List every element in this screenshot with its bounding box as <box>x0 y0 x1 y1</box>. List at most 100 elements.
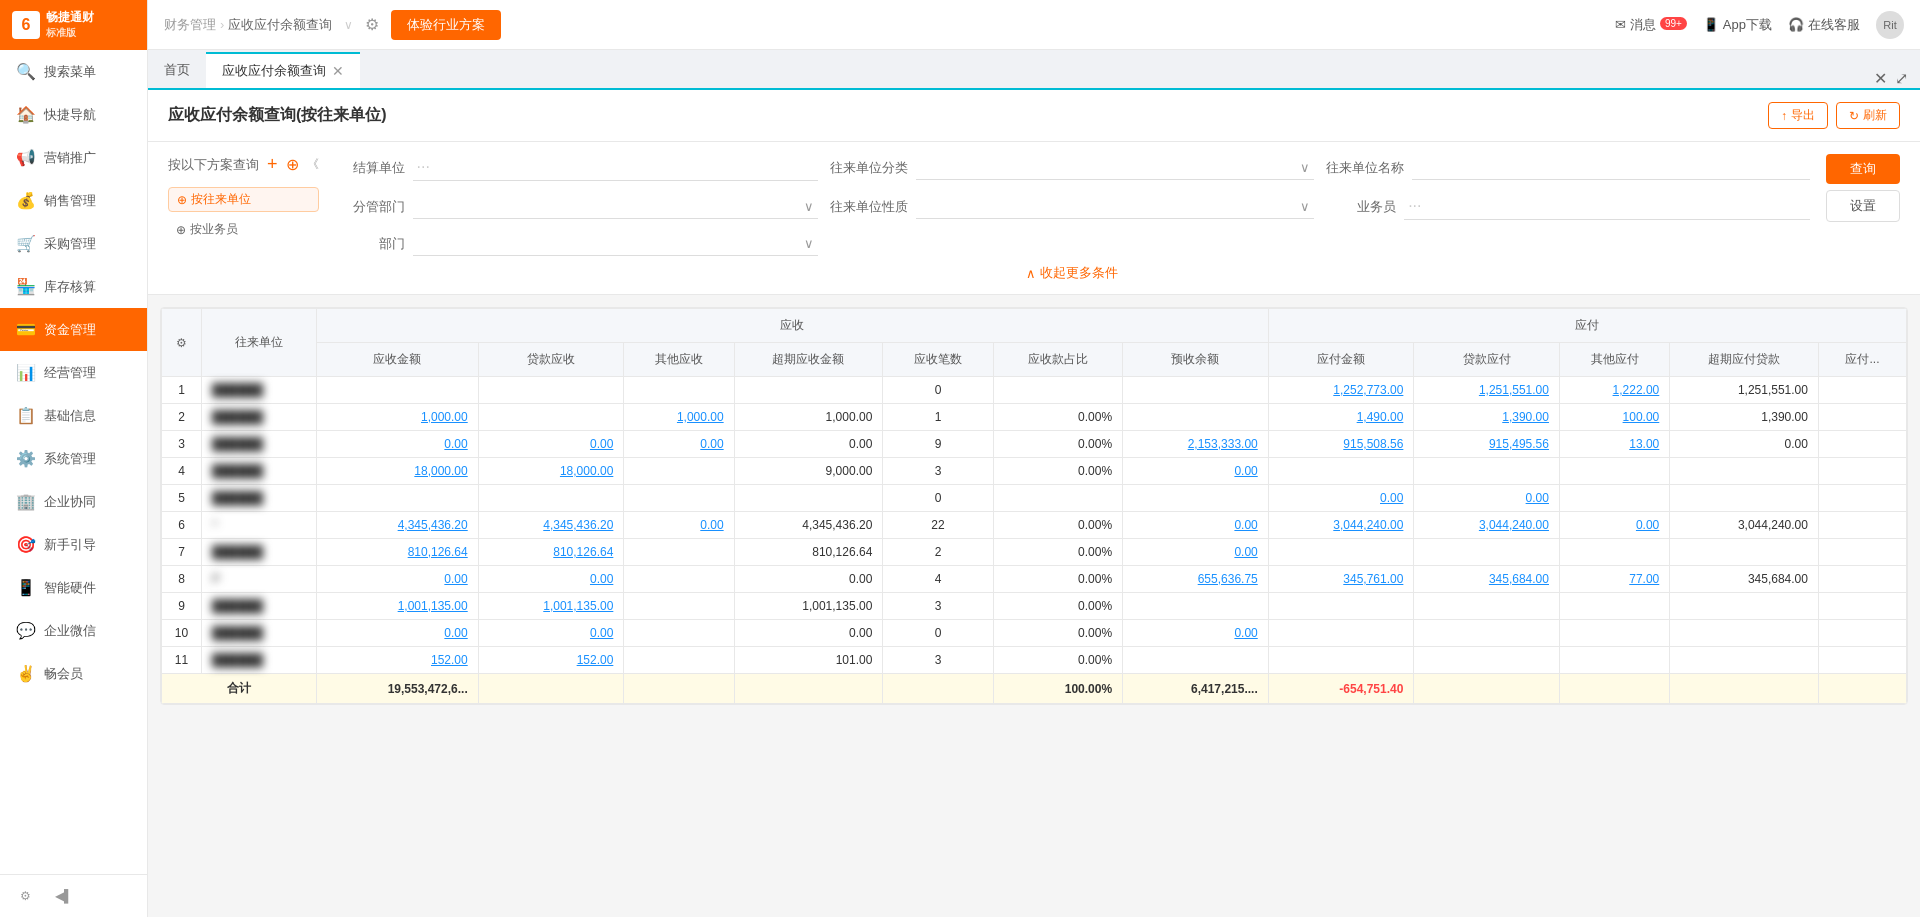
cell[interactable]: 0.00 <box>1559 512 1669 539</box>
cell[interactable]: 0.00 <box>1123 512 1269 539</box>
filter-dept-select[interactable]: ∨ <box>413 195 819 219</box>
sidebar-item-enterprise[interactable]: 🏢 企业协同 <box>0 480 147 523</box>
cell[interactable]: 1,222.00 <box>1559 377 1669 404</box>
cell[interactable]: 1,001,135.00 <box>478 593 624 620</box>
cell[interactable]: 77.00 <box>1559 566 1669 593</box>
tab-ar-ap-query[interactable]: 应收应付余额查询 ✕ <box>206 52 360 88</box>
filter-nature-select[interactable]: ∨ <box>916 195 1314 219</box>
cell[interactable]: 152.00 <box>317 647 479 674</box>
sidebar-item-marketing[interactable]: 📢 营销推广 <box>0 136 147 179</box>
cell[interactable]: 345,684.00 <box>1414 566 1560 593</box>
collapse-label: 收起更多条件 <box>1040 264 1118 282</box>
sidebar-item-member[interactable]: ✌️ 畅会员 <box>0 652 147 695</box>
cell[interactable]: 4,345,436.20 <box>317 512 479 539</box>
cell[interactable]: 1,001,135.00 <box>317 593 479 620</box>
sidebar-settings-button[interactable]: ⚙ <box>8 883 43 909</box>
cell[interactable]: 1,000.00 <box>317 404 479 431</box>
cell[interactable]: 915,508.56 <box>1268 431 1414 458</box>
sidebar-item-label: 库存核算 <box>44 278 96 296</box>
cell[interactable]: 1,490.00 <box>1268 404 1414 431</box>
message-button[interactable]: ✉ 消息 99+ <box>1615 16 1687 34</box>
cell[interactable]: 1,000.00 <box>624 404 734 431</box>
sidebar-item-guide[interactable]: 🎯 新手引导 <box>0 523 147 566</box>
cell[interactable]: 2,153,333.00 <box>1123 431 1269 458</box>
filter-name-input[interactable] <box>1412 156 1810 180</box>
sidebar-item-sales[interactable]: 💰 销售管理 <box>0 179 147 222</box>
cell[interactable]: 0.00 <box>317 431 479 458</box>
cell[interactable]: 1,390.00 <box>1414 404 1560 431</box>
filter-area: 按以下方案查询 + ⊕ 《 ⊕ 按往来单位 ⊕ 按业务员 <box>148 142 1920 295</box>
cell[interactable]: 4,345,436.20 <box>478 512 624 539</box>
filter-scheme-salesperson[interactable]: ⊕ 按业务员 <box>168 218 319 241</box>
collapse-more-button[interactable]: ∧ 收起更多条件 <box>1026 264 1118 282</box>
sidebar-item-system[interactable]: ⚙️ 系统管理 <box>0 437 147 480</box>
cell[interactable]: 1,251,551.00 <box>1414 377 1560 404</box>
gear-icon[interactable]: ⚙ <box>365 15 379 34</box>
filter-dept2: 部门 ∨ <box>335 232 819 256</box>
app-download-button[interactable]: 📱 App下载 <box>1703 16 1772 34</box>
tab-close-icon[interactable]: ✕ <box>332 63 344 79</box>
filter-settlement-input[interactable]: ··· <box>413 154 819 181</box>
sidebar-item-operations[interactable]: 📊 经营管理 <box>0 351 147 394</box>
cell[interactable]: 100.00 <box>1559 404 1669 431</box>
filter-scheme-partner[interactable]: ⊕ 按往来单位 <box>168 187 319 212</box>
filter-category-select[interactable]: ∨ <box>916 156 1314 180</box>
cell[interactable]: 3,044,240.00 <box>1414 512 1560 539</box>
service-button[interactable]: 🎧 在线客服 <box>1788 16 1860 34</box>
sidebar-item-basic-info[interactable]: 📋 基础信息 <box>0 394 147 437</box>
export-button[interactable]: ↑ 导出 <box>1768 102 1828 129</box>
table-row: 4██████18,000.0018,000.009,000.0030.00%0… <box>162 458 1907 485</box>
filter-add-button[interactable]: + <box>267 154 278 175</box>
cell <box>1559 647 1669 674</box>
sidebar-item-finance[interactable]: 💳 资金管理 <box>0 308 147 351</box>
cell[interactable]: 0.00 <box>1123 458 1269 485</box>
table-settings-icon[interactable]: ⚙ <box>176 336 187 350</box>
cell[interactable]: 0.00 <box>478 620 624 647</box>
cell[interactable]: 0.00 <box>478 431 624 458</box>
filter-salesperson-input[interactable]: ··· <box>1404 193 1810 220</box>
cell[interactable]: 152.00 <box>478 647 624 674</box>
cell: 345,684.00 <box>1670 566 1819 593</box>
refresh-button[interactable]: ↻ 刷新 <box>1836 102 1900 129</box>
sidebar-item-quick-nav[interactable]: 🏠 快捷导航 <box>0 93 147 136</box>
cell[interactable]: 18,000.00 <box>317 458 479 485</box>
tab-close-window-icon[interactable]: ✕ <box>1874 69 1887 88</box>
cell[interactable]: 0.00 <box>1414 485 1560 512</box>
cell[interactable]: 0.00 <box>317 566 479 593</box>
sidebar-collapse-button[interactable]: ◀▌ <box>43 883 85 909</box>
cell[interactable]: 345,761.00 <box>1268 566 1414 593</box>
filter-collapse-icon[interactable]: 《 <box>307 156 319 173</box>
filter-dept2-select[interactable]: ∨ <box>413 232 819 256</box>
promo-button[interactable]: 体验行业方案 <box>391 10 501 40</box>
cell[interactable]: 915,495.56 <box>1414 431 1560 458</box>
sidebar-item-inventory[interactable]: 🏪 库存核算 <box>0 265 147 308</box>
sidebar-item-search-menu[interactable]: 🔍 搜索菜单 <box>0 50 147 93</box>
cell[interactable]: 0.00 <box>317 620 479 647</box>
cell[interactable]: 0.00 <box>1268 485 1414 512</box>
cell[interactable]: 810,126.64 <box>478 539 624 566</box>
filter-scheme-partner-label: 按往来单位 <box>191 191 251 208</box>
cell[interactable]: 13.00 <box>1559 431 1669 458</box>
sidebar-item-label: 智能硬件 <box>44 579 96 597</box>
tab-home[interactable]: 首页 <box>148 52 206 88</box>
cell[interactable]: 0.00 <box>478 566 624 593</box>
cell[interactable]: 810,126.64 <box>317 539 479 566</box>
cell[interactable]: 655,636.75 <box>1123 566 1269 593</box>
cell[interactable]: 18,000.00 <box>478 458 624 485</box>
cell[interactable]: 1,252,773.00 <box>1268 377 1414 404</box>
sidebar-item-hardware[interactable]: 📱 智能硬件 <box>0 566 147 609</box>
cell <box>624 458 734 485</box>
cell[interactable]: 0.00 <box>624 512 734 539</box>
sidebar-item-purchase[interactable]: 🛒 采购管理 <box>0 222 147 265</box>
setting-button[interactable]: 设置 <box>1826 190 1900 222</box>
sidebar-item-wechat[interactable]: 💬 企业微信 <box>0 609 147 652</box>
cell[interactable]: 0.00 <box>624 431 734 458</box>
query-button[interactable]: 查询 <box>1826 154 1900 184</box>
partner-name: ██████ <box>202 404 317 431</box>
user-avatar[interactable]: Rit <box>1876 11 1904 39</box>
cell[interactable]: 3,044,240.00 <box>1268 512 1414 539</box>
tab-maximize-icon[interactable]: ⤢ <box>1895 69 1908 88</box>
cell[interactable]: 0.00 <box>1123 539 1269 566</box>
cell[interactable]: 0.00 <box>1123 620 1269 647</box>
filter-scheme-icon[interactable]: ⊕ <box>286 155 299 174</box>
